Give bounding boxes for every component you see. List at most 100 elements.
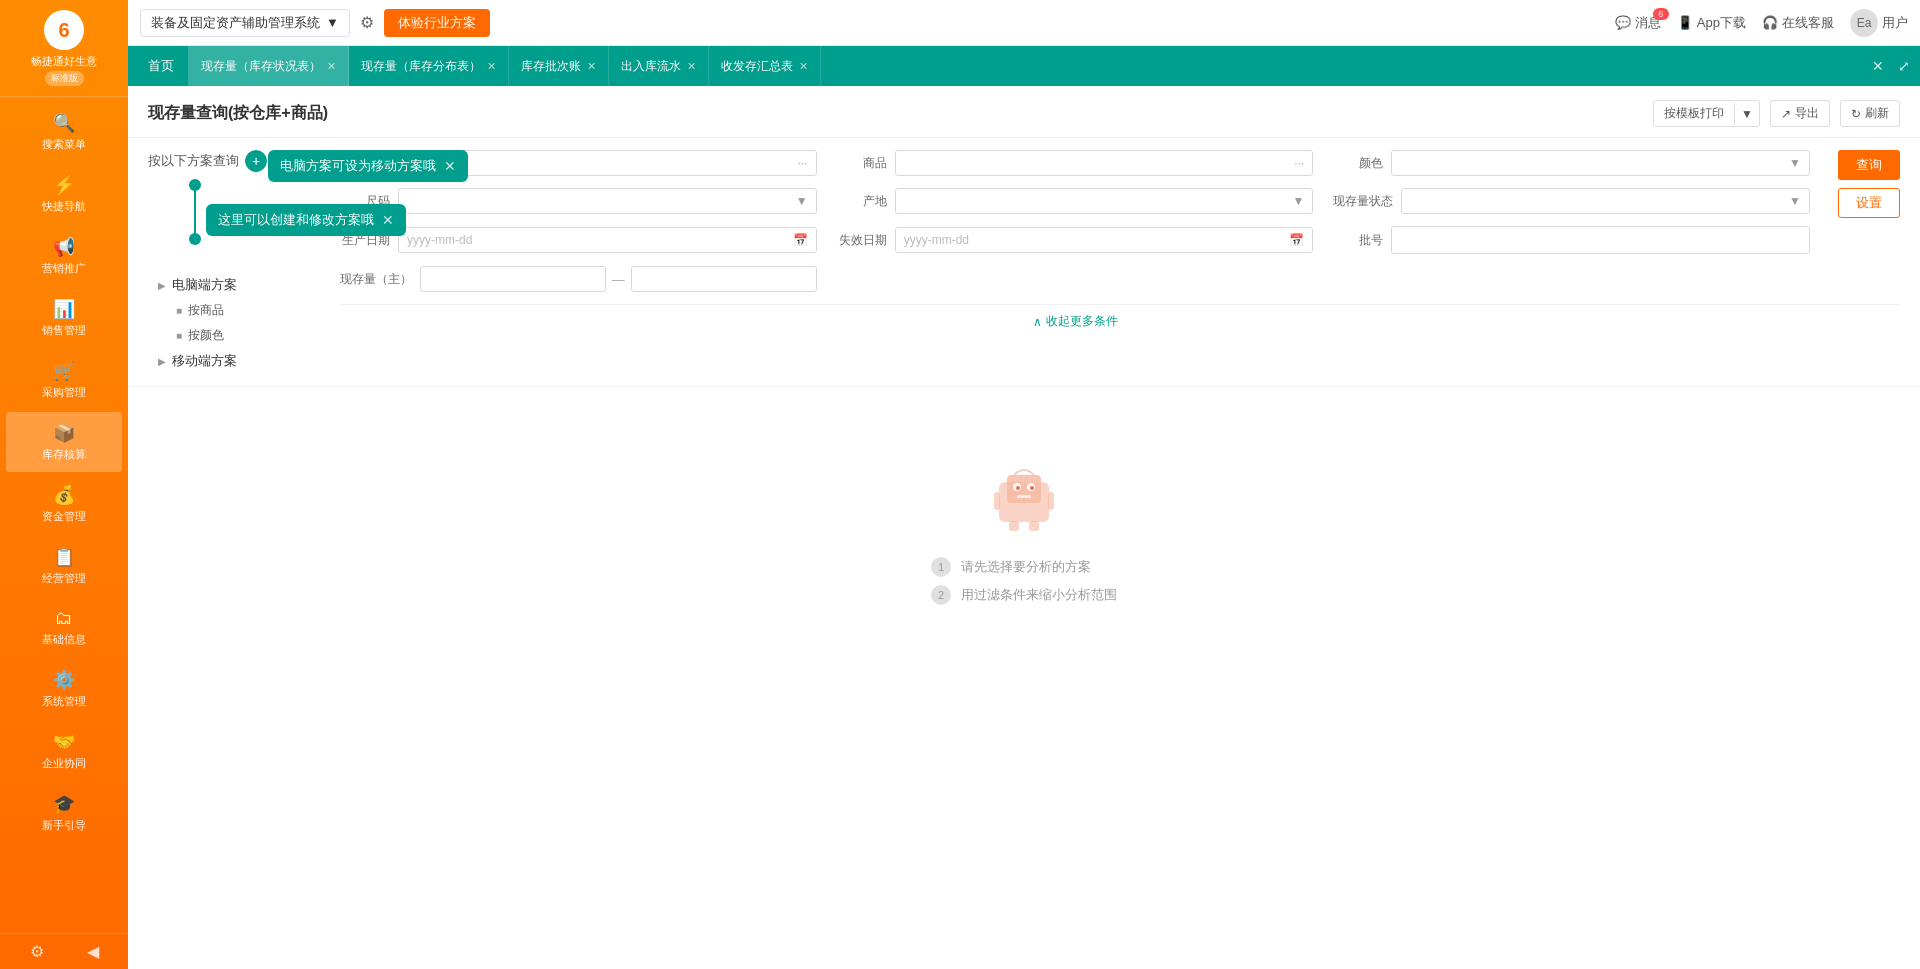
sidebar-item-purchase[interactable]: 🛒 采购管理 <box>6 350 122 410</box>
empty-step-1: 1 请先选择要分析的方案 <box>931 557 1117 577</box>
sidebar-label-guide: 新手引导 <box>42 818 86 833</box>
marketing-icon: 📢 <box>53 236 75 258</box>
sidebar-item-system[interactable]: ⚙️ 系统管理 <box>6 659 122 719</box>
stock-qty-range: — <box>420 266 817 292</box>
svg-rect-6 <box>1017 495 1031 498</box>
scheme-mobile-group[interactable]: ▶ 移动端方案 <box>158 348 328 374</box>
search-icon: 🔍 <box>53 112 75 134</box>
origin-field: 产地 ▼ <box>837 188 1314 214</box>
expire-date-input[interactable]: yyyy-mm-dd 📅 <box>895 227 1314 253</box>
app-download-btn[interactable]: 📱 App下载 <box>1677 14 1746 32</box>
headset-icon: 🎧 <box>1762 15 1778 30</box>
tab-close-recv-summary[interactable]: ✕ <box>799 60 808 73</box>
tab-close-inventory-status[interactable]: ✕ <box>327 60 336 73</box>
sidebar-item-operations[interactable]: 📋 经营管理 <box>6 536 122 596</box>
finance-icon: 💰 <box>53 484 75 506</box>
tooltip-create-scheme: 这里可以创建和修改方案哦 ✕ <box>206 204 406 236</box>
print-label[interactable]: 按模板打印 <box>1654 101 1734 126</box>
tab-home[interactable]: 首页 <box>134 46 189 86</box>
query-btn[interactable]: 查询 <box>1838 150 1900 180</box>
purchase-icon: 🛒 <box>53 360 75 382</box>
warehouse-dots: ··· <box>798 156 808 170</box>
user-label: 用户 <box>1882 14 1908 32</box>
page-title: 现存量查询(按仓库+商品) <box>148 103 328 124</box>
calendar-icon-prod: 📅 <box>793 233 808 247</box>
logo-icon: 6 <box>44 10 84 50</box>
topbar-right: 💬 消息 6 📱 App下载 🎧 在线客服 Ea 用户 <box>1615 9 1908 37</box>
sidebar-item-sales[interactable]: 📊 销售管理 <box>6 288 122 348</box>
batch-no-input[interactable] <box>1391 226 1810 254</box>
tab-inventory-dist[interactable]: 现存量（库存分布表） ✕ <box>349 46 509 86</box>
stock-status-select[interactable]: ▼ <box>1401 188 1810 214</box>
tooltip1-text: 电脑方案可设为移动方案哦 <box>280 157 436 175</box>
sidebar-label-basics: 基础信息 <box>42 632 86 647</box>
sidebar-item-quicknav[interactable]: ⚡ 快捷导航 <box>6 164 122 224</box>
svg-point-5 <box>1030 486 1034 490</box>
stock-qty-min-input[interactable] <box>420 266 606 292</box>
sidebar-label-marketing: 营销推广 <box>42 261 86 276</box>
sidebar-logo: 6 畅捷通好生意 标准版 <box>0 0 128 97</box>
online-service-btn[interactable]: 🎧 在线客服 <box>1762 14 1834 32</box>
tooltip2-text: 这里可以创建和修改方案哦 <box>218 211 374 229</box>
scheme-item-color[interactable]: ■ 按颜色 <box>176 323 328 348</box>
tab-maximize-btn[interactable]: ⤢ <box>1894 54 1914 78</box>
sidebar-label-inventory: 库存核算 <box>42 447 86 462</box>
prod-date-input[interactable]: yyyy-mm-dd 📅 <box>398 227 817 253</box>
origin-select[interactable]: ▼ <box>895 188 1314 214</box>
user-profile-btn[interactable]: Ea 用户 <box>1850 9 1908 37</box>
add-scheme-btn[interactable]: + <box>245 150 267 172</box>
scheme-desktop-group[interactable]: ▶ 电脑端方案 <box>158 272 328 298</box>
tab-inout-flow[interactable]: 出入库流水 ✕ <box>609 46 709 86</box>
experience-btn[interactable]: 体验行业方案 <box>384 9 490 37</box>
sidebar-item-guide[interactable]: 🎓 新手引导 <box>6 783 122 843</box>
sidebar-item-search[interactable]: 🔍 搜索菜单 <box>6 102 122 162</box>
refresh-label: 刷新 <box>1865 105 1889 122</box>
stock-status-field: 现存量状态 ▼ <box>1333 188 1810 214</box>
size-field: 尺码 ▼ <box>340 188 817 214</box>
tab-batch-ledger[interactable]: 库存批次账 ✕ <box>509 46 609 86</box>
tab-close-inout-flow[interactable]: ✕ <box>687 60 696 73</box>
topbar: 装备及固定资产辅助管理系统 ▼ ⚙ 体验行业方案 💬 消息 6 📱 App下载 … <box>128 0 1920 46</box>
svg-rect-7 <box>994 492 1000 510</box>
goods-label: 商品 <box>837 155 887 172</box>
origin-arrow-icon: ▼ <box>1292 194 1304 208</box>
sidebar-item-enterprise[interactable]: 🤝 企业协同 <box>6 721 122 781</box>
scheme-desktop-label: 电脑端方案 <box>172 276 237 294</box>
scheme-item-goods[interactable]: ■ 按商品 <box>176 298 328 323</box>
tooltip1-close-btn[interactable]: ✕ <box>444 158 456 174</box>
tab-close-batch-ledger[interactable]: ✕ <box>587 60 596 73</box>
sidebar-item-inventory[interactable]: 📦 库存核算 <box>6 412 122 472</box>
svg-rect-10 <box>1029 521 1039 531</box>
tab-inventory-status[interactable]: 现存量（库存状况表） ✕ <box>189 46 349 86</box>
stock-qty-max-input[interactable] <box>631 266 817 292</box>
settings-btn[interactable]: 设置 <box>1838 188 1900 218</box>
sidebar-item-finance[interactable]: 💰 资金管理 <box>6 474 122 534</box>
goods-input[interactable]: ··· <box>895 150 1314 176</box>
app-download-label: App下载 <box>1697 14 1746 32</box>
sales-icon: 📊 <box>53 298 75 320</box>
sidebar-item-marketing[interactable]: 📢 营销推广 <box>6 226 122 286</box>
filter-label: 按以下方案查询 <box>148 152 239 170</box>
notifications-btn[interactable]: 💬 消息 6 <box>1615 14 1661 32</box>
system-selector[interactable]: 装备及固定资产辅助管理系统 ▼ <box>140 9 350 37</box>
tab-recv-summary[interactable]: 收发存汇总表 ✕ <box>709 46 821 86</box>
collapse-area: ∧ 收起更多条件 <box>340 304 1900 338</box>
sidebar-settings-btn[interactable]: ⚙ <box>30 942 44 961</box>
sidebar-collapse-btn[interactable]: ◀ <box>87 942 99 961</box>
topbar-settings-icon[interactable]: ⚙ <box>360 13 374 32</box>
export-btn[interactable]: ↗ 导出 <box>1770 100 1830 127</box>
tab-close-inventory-dist[interactable]: ✕ <box>487 60 496 73</box>
print-arrow-icon[interactable]: ▼ <box>1734 103 1759 125</box>
refresh-btn[interactable]: ↻ 刷新 <box>1840 100 1900 127</box>
guide-icon: 🎓 <box>53 793 75 815</box>
export-label: 导出 <box>1795 105 1819 122</box>
print-btn[interactable]: 按模板打印 ▼ <box>1653 100 1760 127</box>
tab-close-all-btn[interactable]: ✕ <box>1868 54 1888 78</box>
color-select[interactable]: ▼ <box>1391 150 1810 176</box>
sidebar-item-basics[interactable]: 🗂 基础信息 <box>6 598 122 657</box>
content-header: 现存量查询(按仓库+商品) 按模板打印 ▼ ↗ 导出 ↻ 刷新 <box>128 86 1920 138</box>
size-select[interactable]: ▼ <box>398 188 817 214</box>
collapse-btn[interactable]: ∧ 收起更多条件 <box>340 305 1810 338</box>
calendar-icon-expire: 📅 <box>1289 233 1304 247</box>
tooltip2-close-btn[interactable]: ✕ <box>382 212 394 228</box>
